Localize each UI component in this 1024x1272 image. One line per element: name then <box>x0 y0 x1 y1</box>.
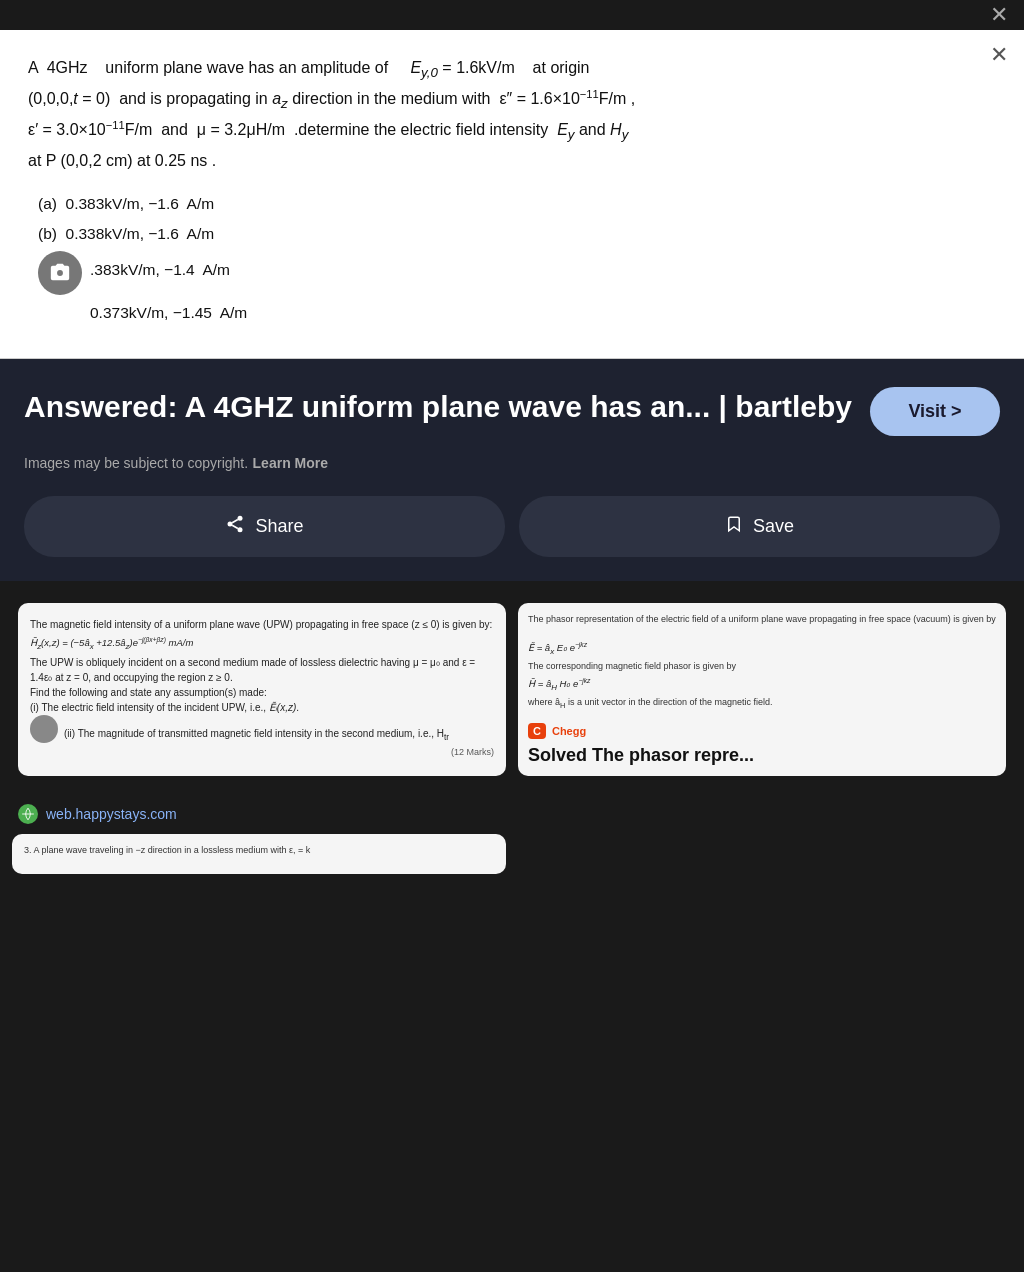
website-link[interactable]: web.happystays.com <box>0 798 1024 834</box>
result-right-formulas: Ẽ = âx E₀ e−jkz The corresponding magnet… <box>518 633 1006 716</box>
share-label: Share <box>255 516 303 537</box>
result-formula-H: H̃ = âH H₀ e−jkz <box>528 677 996 692</box>
question-line3: ε′ = 3.0×10−11F/m and μ = 3.2μH/m .deter… <box>28 121 628 138</box>
results-grid: The magnetic field intensity of a unifor… <box>0 581 1024 798</box>
answer-card: Answered: A 4GHZ uniform plane wave has … <box>0 359 1024 581</box>
question-line4: at P (0,0,2 cm) at 0.25 ns . <box>28 152 216 169</box>
copyright-notice: Images may be subject to copyright. Lear… <box>24 454 1000 472</box>
chegg-icon: C <box>528 723 546 739</box>
result-right-intro: The phasor representation of the electri… <box>528 613 996 627</box>
answer-header: Answered: A 4GHZ uniform plane wave has … <box>24 387 1000 436</box>
options-list: (a) 0.383kV/m, −1.6 A/m (b) 0.338kV/m, −… <box>28 192 996 324</box>
answer-title: Answered: A 4GHZ uniform plane wave has … <box>24 387 854 426</box>
bottom-partial: 3. A plane wave traveling in −z directio… <box>0 834 1024 884</box>
result-card-left-text4: (i) The electric field intensity of the … <box>30 700 494 715</box>
result-right-text3: where âH is a unit vector in the directi… <box>528 696 996 711</box>
option-a: (a) 0.383kV/m, −1.6 A/m <box>38 192 996 215</box>
save-button[interactable]: Save <box>519 496 1000 557</box>
svg-line-4 <box>233 520 239 523</box>
website-icon <box>18 804 38 824</box>
copyright-text: Images may be subject to copyright. <box>24 455 248 471</box>
bottom-card-left[interactable]: 3. A plane wave traveling in −z directio… <box>12 834 506 874</box>
result-card-left-text3: Find the following and state any assumpt… <box>30 685 494 700</box>
result-marks: (12 Marks) <box>30 747 494 757</box>
option-d: 0.373kV/m, −1.45 A/m <box>38 301 996 324</box>
result-formula-1: H̃z(x,z) = (−5âx +12.5âz)e−j(βx+βz) mA/m <box>30 636 494 651</box>
bottom-card-right-placeholder <box>518 834 1012 874</box>
option-b: (b) 0.338kV/m, −1.6 A/m <box>38 222 996 245</box>
share-icon <box>225 514 245 539</box>
save-icon <box>725 514 743 539</box>
close-button[interactable]: ✕ <box>990 2 1008 28</box>
save-label: Save <box>753 516 794 537</box>
question-text: A 4GHz uniform plane wave has an amplitu… <box>28 54 996 174</box>
question-line1: A 4GHz uniform plane wave has an amplitu… <box>28 59 590 76</box>
result-card-left[interactable]: The magnetic field intensity of a unifor… <box>18 603 506 776</box>
avatar-icon-left <box>30 715 58 743</box>
svg-point-2 <box>238 527 243 532</box>
svg-point-1 <box>228 522 233 527</box>
chegg-badge: C Chegg <box>518 715 1006 743</box>
result-right-text2: The corresponding magnetic field phasor … <box>528 660 996 674</box>
bottom-card-left-text: 3. A plane wave traveling in −z directio… <box>24 845 310 855</box>
svg-line-3 <box>233 525 239 528</box>
result-card-left-text2: The UPW is obliquely incident on a secon… <box>30 655 494 685</box>
share-button[interactable]: Share <box>24 496 505 557</box>
website-url: web.happystays.com <box>46 806 177 822</box>
result-card-left-text: The magnetic field intensity of a unifor… <box>30 617 494 632</box>
learn-more-link[interactable]: Learn More <box>253 455 328 471</box>
svg-point-0 <box>238 516 243 521</box>
result-card-right-top: The phasor representation of the electri… <box>518 603 1006 633</box>
chegg-solved-text: Solved The phasor repre... <box>518 743 1006 776</box>
question-line2: (0,0,0,t = 0) and is propagating in az d… <box>28 90 635 107</box>
chegg-label: Chegg <box>552 725 586 737</box>
camera-icon <box>38 251 82 295</box>
close-icon[interactable]: ✕ <box>990 42 1008 68</box>
visit-button[interactable]: Visit > <box>870 387 1000 436</box>
result-formula-E: Ẽ = âx E₀ e−jkz <box>528 641 996 656</box>
action-buttons: Share Save <box>24 496 1000 557</box>
result-card-right[interactable]: The phasor representation of the electri… <box>518 603 1006 776</box>
option-c: .383kV/m, −1.4 A/m <box>90 258 230 281</box>
question-card: ✕ A 4GHz uniform plane wave has an ampli… <box>0 30 1024 359</box>
result-card-left-text5: (ii) The magnitude of transmitted magnet… <box>64 726 449 743</box>
